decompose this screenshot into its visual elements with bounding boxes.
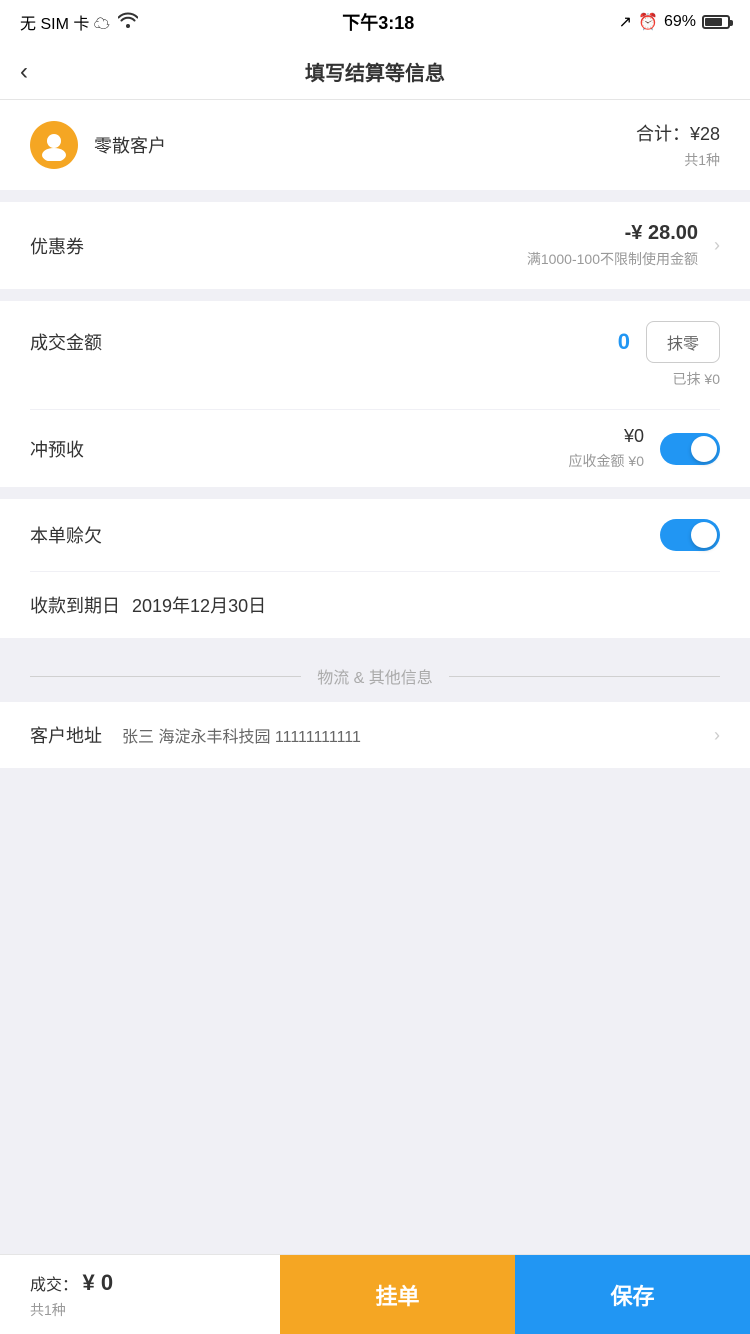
deal-amount-row: 成交金额 0 抹零 已抹 ¥0 — [0, 301, 750, 409]
address-chevron-icon: › — [714, 725, 720, 746]
customer-right: 合计：¥28 共1种 — [636, 120, 720, 170]
status-left: 无 SIM 卡 ☁ — [20, 10, 138, 34]
status-right: ↗ ⏰ 69% — [619, 12, 730, 32]
address-section: 客户地址 张三 海淀永丰科技园 11111111111 › — [0, 702, 750, 768]
location-icon: ↗ — [619, 12, 632, 32]
coupon-chevron-icon: › — [714, 235, 720, 256]
due-date-row: 收款到期日 2019年12月30日 — [0, 572, 750, 638]
due-date-label: 收款到期日 — [30, 592, 120, 618]
coupon-discount: -¥ 28.00 — [527, 222, 698, 245]
avatar — [30, 121, 78, 169]
battery-percent: 69% — [664, 13, 696, 31]
amount-right: 0 抹零 — [618, 321, 720, 363]
coupon-label: 优惠券 — [30, 233, 84, 259]
page-title: 填写结算等信息 — [305, 57, 445, 86]
prepay-sub-value: 应收金额 ¥0 — [569, 451, 644, 471]
debt-toggle-knob — [691, 522, 717, 548]
section-divider-4 — [0, 638, 750, 650]
wifi-icon — [118, 12, 138, 33]
logistics-header: 物流 & 其他信息 — [0, 650, 750, 702]
debt-row: 本单赊欠 — [0, 499, 750, 571]
deal-amount-value: 0 — [618, 329, 630, 355]
prepay-right: ¥0 应收金额 ¥0 — [569, 426, 720, 471]
footer-count: 共1种 — [30, 1300, 250, 1320]
status-time: 下午3:18 — [342, 9, 414, 35]
customer-section: 零散客户 合计：¥28 共1种 — [0, 100, 750, 190]
section-divider-3 — [0, 487, 750, 499]
nav-bar: ‹ 填写结算等信息 — [0, 44, 750, 100]
address-row[interactable]: 客户地址 张三 海淀永丰科技园 11111111111 › — [0, 702, 750, 768]
toggle-knob — [691, 436, 717, 462]
prepay-label: 冲预收 — [30, 436, 84, 462]
footer-deal-amount: ¥ 0 — [82, 1270, 113, 1295]
coupon-section: 优惠券 -¥ 28.00 满1000-100不限制使用金额 › — [0, 202, 750, 289]
back-button[interactable]: ‹ — [20, 58, 28, 86]
logistics-title: 物流 & 其他信息 — [301, 664, 449, 688]
coupon-sub: 满1000-100不限制使用金额 — [527, 249, 698, 269]
total-amount: 合计：¥28 — [636, 120, 720, 146]
footer-deal-label: 成交： ¥ 0 — [30, 1270, 250, 1296]
address-label: 客户地址 — [30, 722, 102, 748]
deal-amount-sub: 已抹 ¥0 — [30, 369, 720, 389]
footer-info: 成交： ¥ 0 共1种 — [0, 1270, 280, 1320]
no-sim-label: 无 SIM 卡 ☁ — [20, 10, 110, 34]
deal-amount-label: 成交金额 — [30, 329, 102, 355]
bottom-footer: 成交： ¥ 0 共1种 挂单 保存 — [0, 1254, 750, 1334]
save-button[interactable]: 保存 — [515, 1255, 750, 1334]
customer-name: 零散客户 — [94, 132, 166, 158]
deal-amount-section: 成交金额 0 抹零 已抹 ¥0 冲预收 ¥0 应收金额 ¥0 — [0, 301, 750, 487]
due-content: 收款到期日 2019年12月30日 — [30, 592, 720, 618]
prepay-main-value: ¥0 — [569, 426, 644, 447]
customer-left: 零散客户 — [30, 121, 166, 169]
coupon-row[interactable]: 优惠券 -¥ 28.00 满1000-100不限制使用金额 › — [0, 202, 750, 289]
prepay-toggle[interactable] — [660, 433, 720, 465]
battery-icon — [702, 15, 730, 29]
prepay-values: ¥0 应收金额 ¥0 — [569, 426, 644, 471]
main-content: 零散客户 合计：¥28 共1种 优惠券 -¥ 28.00 满1000-100不限… — [0, 100, 750, 858]
coupon-right: -¥ 28.00 满1000-100不限制使用金额 › — [527, 222, 720, 269]
section-divider-1 — [0, 190, 750, 202]
status-bar: 无 SIM 卡 ☁ 下午3:18 ↗ ⏰ 69% — [0, 0, 750, 44]
customer-row: 零散客户 合计：¥28 共1种 — [0, 100, 750, 190]
footer-spacer — [0, 768, 750, 858]
hang-order-button[interactable]: 挂单 — [280, 1255, 515, 1334]
debt-section: 本单赊欠 收款到期日 2019年12月30日 — [0, 499, 750, 638]
prepay-top: 冲预收 ¥0 应收金额 ¥0 — [30, 426, 720, 471]
section-divider-2 — [0, 289, 750, 301]
debt-label: 本单赊欠 — [30, 522, 102, 548]
alarm-icon: ⏰ — [638, 12, 658, 32]
amount-top: 成交金额 0 抹零 — [30, 321, 720, 363]
total-count: 共1种 — [636, 150, 720, 170]
prepay-row: 冲预收 ¥0 应收金额 ¥0 — [0, 410, 750, 487]
due-date-value: 2019年12月30日 — [132, 592, 266, 618]
debt-toggle[interactable] — [660, 519, 720, 551]
address-value: 张三 海淀永丰科技园 11111111111 — [122, 723, 694, 747]
coupon-value-area: -¥ 28.00 满1000-100不限制使用金额 — [527, 222, 698, 269]
round-zero-button[interactable]: 抹零 — [646, 321, 720, 363]
